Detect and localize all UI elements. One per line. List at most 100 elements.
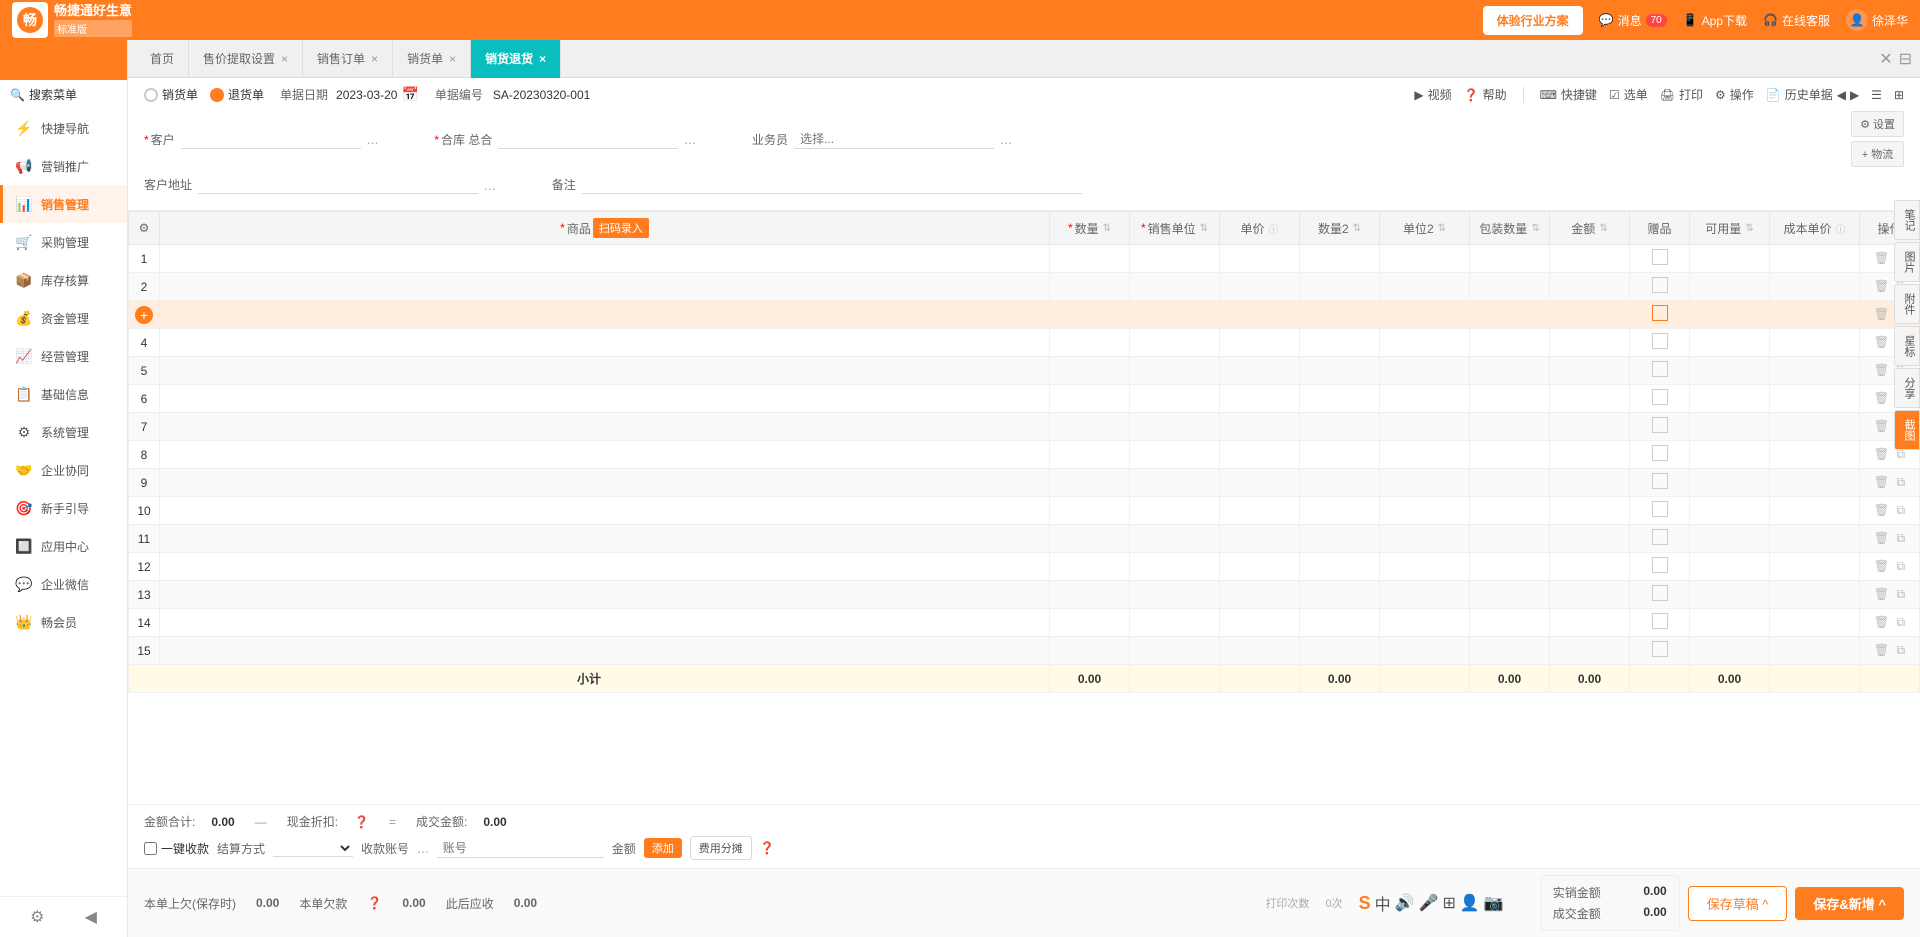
customer-input[interactable] — [181, 130, 361, 149]
product-cell-6[interactable] — [160, 385, 1050, 413]
price-cell-7[interactable] — [1220, 413, 1300, 441]
date-value[interactable]: 2023-03-20 — [336, 88, 397, 102]
pack-cell-5[interactable] — [1470, 357, 1550, 385]
gift-checkbox-3[interactable] — [1652, 305, 1668, 321]
unit-cell-15[interactable] — [1130, 637, 1220, 665]
product-cell-2[interactable] — [160, 273, 1050, 301]
price-cell-15[interactable] — [1220, 637, 1300, 665]
print-btn[interactable]: 🖨 打印 — [1660, 86, 1703, 103]
tab-sales-order[interactable]: 销售订单 × — [303, 40, 393, 78]
pack-cell-1[interactable] — [1470, 245, 1550, 273]
history-prev[interactable]: ◀ — [1837, 88, 1846, 102]
view-toggle-grid[interactable]: ⊞ — [1894, 88, 1904, 102]
copy-icon-9[interactable]: ⧉ — [1897, 475, 1906, 489]
sidebar-item-enterprise-coop[interactable]: 🤝 企业协同 — [0, 451, 127, 489]
sidebar-item-basic-info[interactable]: 📋 基础信息 — [0, 375, 127, 413]
avail-cell-1[interactable] — [1690, 245, 1770, 273]
qty2-cell-15[interactable] — [1300, 637, 1380, 665]
avail-cell-5[interactable] — [1690, 357, 1770, 385]
price-cell-5[interactable] — [1220, 357, 1300, 385]
avail-sort-icon[interactable]: ⇅ — [1745, 223, 1753, 234]
collapse-btn[interactable]: ◀ — [85, 907, 97, 927]
help-btn[interactable]: ❓ 帮助 — [1464, 86, 1507, 103]
price-cell-14[interactable] — [1220, 609, 1300, 637]
delete-icon-15[interactable]: 🗑 — [1874, 643, 1889, 657]
warehouse-input[interactable] — [498, 130, 678, 149]
unit-cell-12[interactable] — [1130, 553, 1220, 581]
one-click-checkbox[interactable] — [144, 842, 157, 855]
qty-sort-icon[interactable]: ⇅ — [1103, 223, 1111, 234]
sidebar-item-app-center[interactable]: 🔲 应用中心 — [0, 527, 127, 565]
sidebar-item-inventory[interactable]: 📦 库存核算 — [0, 261, 127, 299]
sidebar-item-system-mgmt[interactable]: ⚙ 系统管理 — [0, 413, 127, 451]
account-dots[interactable]: ... — [417, 840, 429, 856]
amount-cell-5[interactable] — [1550, 357, 1630, 385]
qty2-cell-10[interactable] — [1300, 497, 1380, 525]
amount-cell-10[interactable] — [1550, 497, 1630, 525]
delete-icon-13[interactable]: 🗑 — [1874, 587, 1889, 601]
product-input-3[interactable] — [166, 308, 1043, 322]
unit-cell-1[interactable] — [1130, 245, 1220, 273]
product-cell-9[interactable] — [160, 469, 1050, 497]
cost-cell-12[interactable] — [1770, 553, 1860, 581]
tab-sales-order-close[interactable]: × — [371, 52, 378, 66]
copy-icon-11[interactable]: ⧉ — [1897, 531, 1906, 545]
unit2-cell-8[interactable] — [1380, 441, 1470, 469]
delete-icon-12[interactable]: 🗑 — [1874, 559, 1889, 573]
price-cell-9[interactable] — [1220, 469, 1300, 497]
pack-cell-4[interactable] — [1470, 329, 1550, 357]
pack-cell-14[interactable] — [1470, 609, 1550, 637]
avail-cell-2[interactable] — [1690, 273, 1770, 301]
unit2-cell-6[interactable] — [1380, 385, 1470, 413]
delete-icon-6[interactable]: 🗑 — [1874, 391, 1889, 405]
tab-sales-close[interactable]: × — [449, 52, 456, 66]
price-cell-2[interactable] — [1220, 273, 1300, 301]
qty2-cell-9[interactable] — [1300, 469, 1380, 497]
amount-cell-13[interactable] — [1550, 581, 1630, 609]
sidebar-search[interactable]: 🔍 搜索菜单 — [0, 80, 127, 109]
price-cell-8[interactable] — [1220, 441, 1300, 469]
taskbar-icon-4[interactable]: ⊞ — [1442, 893, 1455, 913]
view-toggle-list[interactable]: ☰ — [1871, 88, 1882, 102]
qty-cell-9[interactable] — [1050, 469, 1130, 497]
avail-cell-10[interactable] — [1690, 497, 1770, 525]
copy-icon-15[interactable]: ⧉ — [1897, 643, 1906, 657]
taskbar-icon-6[interactable]: 📷 — [1484, 893, 1504, 913]
rfp-screenshot[interactable]: 截图 — [1894, 410, 1920, 450]
amount-cell-1[interactable] — [1550, 245, 1630, 273]
product-cell-13[interactable] — [160, 581, 1050, 609]
bill-help-icon[interactable]: ❓ — [367, 896, 382, 910]
cost-cell-5[interactable] — [1770, 357, 1860, 385]
cost-cell-7[interactable] — [1770, 413, 1860, 441]
avail-cell-12[interactable] — [1690, 553, 1770, 581]
unit-cell-14[interactable] — [1130, 609, 1220, 637]
fee-split-btn[interactable]: 费用分摊 — [690, 836, 752, 860]
cost-cell-11[interactable] — [1770, 525, 1860, 553]
shortcuts-btn[interactable]: ⌨ 快捷键 — [1540, 86, 1597, 103]
amount-cell-8[interactable] — [1550, 441, 1630, 469]
delete-icon-5[interactable]: 🗑 — [1874, 363, 1889, 377]
scan-btn[interactable]: 扫码录入 — [593, 218, 649, 238]
sidebar-item-operations[interactable]: 📈 经营管理 — [0, 337, 127, 375]
price-info-icon[interactable]: ⓘ — [1269, 221, 1279, 236]
logistics-btn[interactable]: + 物流 — [1851, 141, 1904, 167]
unit-cell-3[interactable] — [1130, 301, 1220, 329]
tab-sales-return-close[interactable]: × — [539, 52, 546, 66]
save-new-btn[interactable]: 保存&新增 ^ — [1795, 887, 1904, 920]
copy-icon-13[interactable]: ⧉ — [1897, 587, 1906, 601]
avail-cell-14[interactable] — [1690, 609, 1770, 637]
gift-checkbox-15[interactable] — [1652, 641, 1668, 657]
gift-cell-4[interactable] — [1630, 329, 1690, 357]
avail-cell-6[interactable] — [1690, 385, 1770, 413]
unit2-cell-2[interactable] — [1380, 273, 1470, 301]
qty2-cell-5[interactable] — [1300, 357, 1380, 385]
qty2-cell-14[interactable] — [1300, 609, 1380, 637]
pack-cell-9[interactable] — [1470, 469, 1550, 497]
qty2-cell-2[interactable] — [1300, 273, 1380, 301]
unit-cell-6[interactable] — [1130, 385, 1220, 413]
delete-icon-10[interactable]: 🗑 — [1874, 503, 1889, 517]
qty2-cell-13[interactable] — [1300, 581, 1380, 609]
delete-icon-1[interactable]: 🗑 — [1874, 251, 1889, 265]
sidebar-item-finance[interactable]: 💰 资金管理 — [0, 299, 127, 337]
unit-cell-11[interactable] — [1130, 525, 1220, 553]
